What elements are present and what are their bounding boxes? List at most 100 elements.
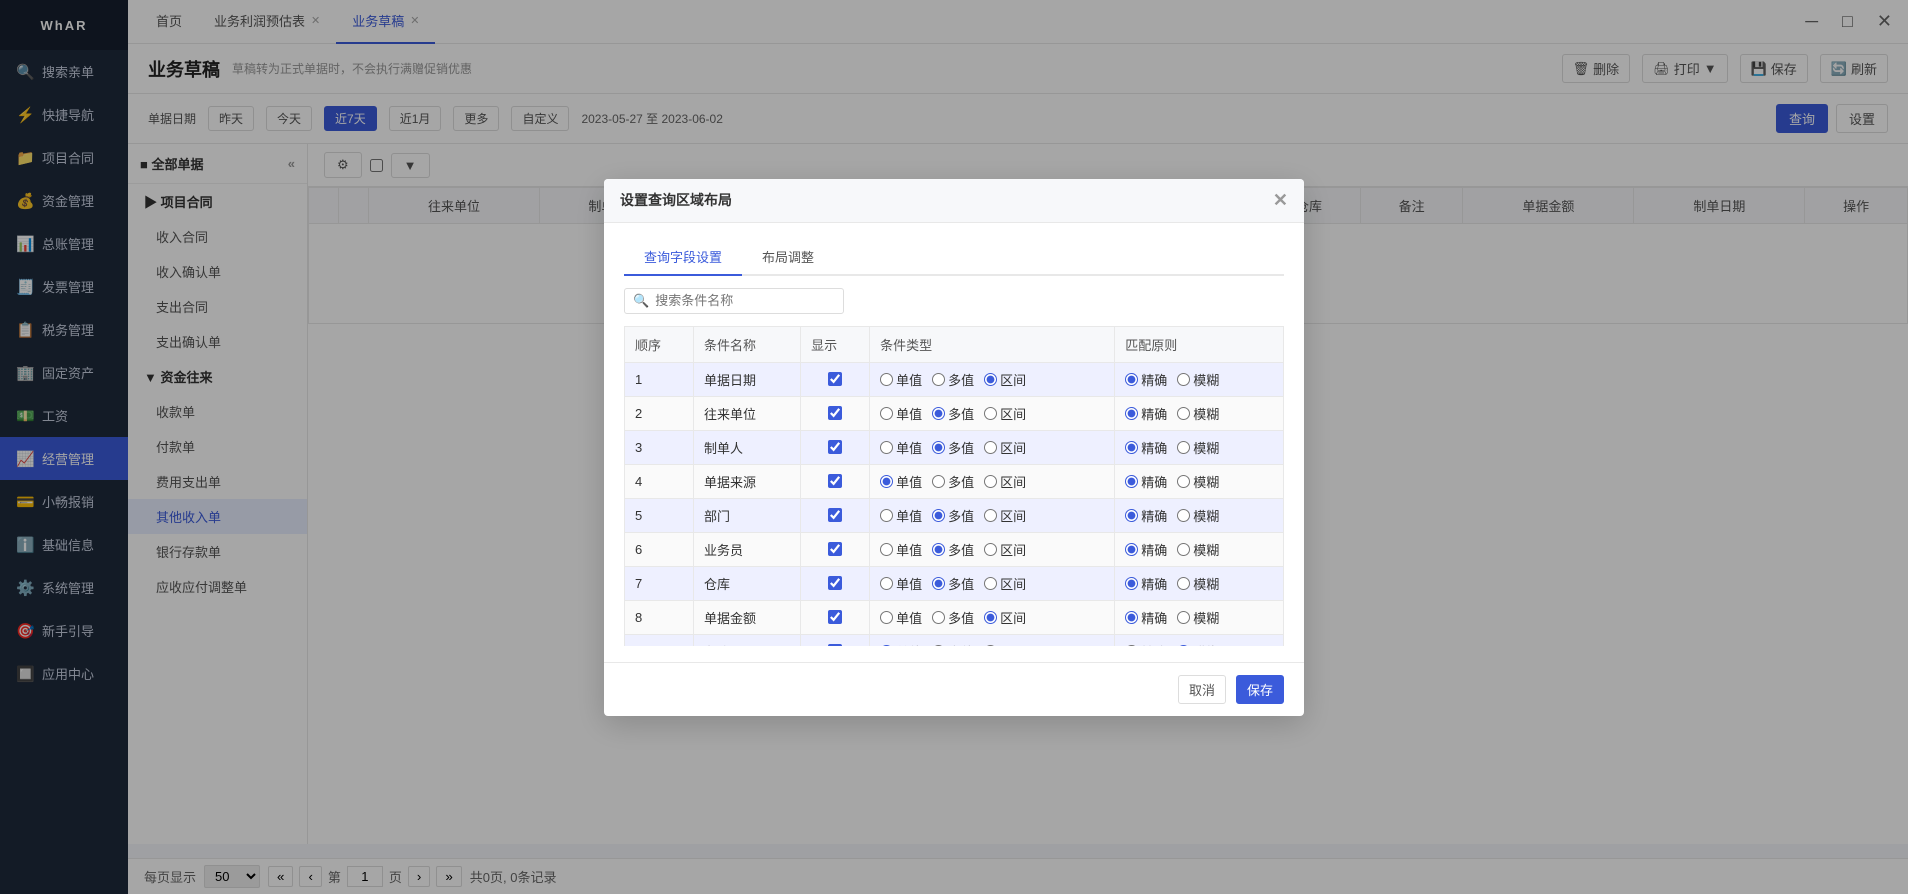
radio-multi-6[interactable]: 多值 [932,540,974,559]
modal-dialog: 设置查询区域布局 ✕ 查询字段设置 布局调整 🔍 [604,179,1304,716]
radio-exact-7[interactable]: 精确 [1125,574,1167,593]
modal-overlay: 设置查询区域布局 ✕ 查询字段设置 布局调整 🔍 [0,0,1908,894]
cell-show [801,498,870,532]
table-row: 7 仓库 单值 多值 区间 [625,566,1284,600]
radio-exact-2[interactable]: 精确 [1125,404,1167,423]
cell-show [801,566,870,600]
modal-header: 设置查询区域布局 ✕ [604,179,1304,223]
table-row: 1 单据日期 单值 多值 区间 [625,362,1284,396]
cell-type: 单值 多值 区间 [870,362,1115,396]
cell-show [801,600,870,634]
table-row: 5 部门 单值 多值 区间 [625,498,1284,532]
radio-exact-4[interactable]: 精确 [1125,472,1167,491]
cell-name: 制单人 [693,430,800,464]
radio-fuzzy-8[interactable]: 模糊 [1177,608,1219,627]
radio-single-7[interactable]: 单值 [880,574,922,593]
col-show: 显示 [801,326,870,362]
radio-fuzzy-3[interactable]: 模糊 [1177,438,1219,457]
radio-single-1[interactable]: 单值 [880,370,922,389]
show-checkbox-7[interactable] [828,576,842,590]
radio-multi-8[interactable]: 多值 [932,608,974,627]
table-row: 8 单据金额 单值 多值 区间 [625,600,1284,634]
radio-range-2[interactable]: 区间 [984,404,1026,423]
radio-multi-4[interactable]: 多值 [932,472,974,491]
search-box: 🔍 [624,288,844,314]
show-checkbox-4[interactable] [828,474,842,488]
radio-range-8[interactable]: 区间 [984,608,1026,627]
cell-name: 仓库 [693,566,800,600]
radio-range-5[interactable]: 区间 [984,506,1026,525]
radio-fuzzy-7[interactable]: 模糊 [1177,574,1219,593]
radio-multi-3[interactable]: 多值 [932,438,974,457]
col-order: 顺序 [625,326,694,362]
radio-fuzzy-5[interactable]: 模糊 [1177,506,1219,525]
radio-single-8[interactable]: 单值 [880,608,922,627]
radio-fuzzy-1[interactable]: 模糊 [1177,370,1219,389]
radio-single-6[interactable]: 单值 [880,540,922,559]
show-checkbox-2[interactable] [828,406,842,420]
radio-multi-2[interactable]: 多值 [932,404,974,423]
radio-exact-8[interactable]: 精确 [1125,608,1167,627]
tab-layout-adjust[interactable]: 布局调整 [742,239,834,276]
cell-name: 单据来源 [693,464,800,498]
cell-name: 往来单位 [693,396,800,430]
cell-match: 精确 模糊 [1115,464,1284,498]
cell-type: 单值 多值 区间 [870,634,1115,646]
modal-scroll-area: 顺序 条件名称 显示 条件类型 匹配原则 1 单据日期 [624,326,1284,646]
cell-order: 4 [625,464,694,498]
search-input[interactable] [655,293,835,308]
radio-exact-3[interactable]: 精确 [1125,438,1167,457]
cell-match: 精确 模糊 [1115,498,1284,532]
cell-name: 单据金额 [693,600,800,634]
radio-range-7[interactable]: 区间 [984,574,1026,593]
modal-body: 查询字段设置 布局调整 🔍 顺序 条件名称 显示 [604,223,1304,662]
cell-type: 单值 多值 区间 [870,532,1115,566]
table-row: 6 业务员 单值 多值 区间 [625,532,1284,566]
radio-exact-5[interactable]: 精确 [1125,506,1167,525]
radio-range-9[interactable]: 区间 [984,642,1026,646]
cell-show [801,430,870,464]
cell-order: 9 [625,634,694,646]
radio-range-3[interactable]: 区间 [984,438,1026,457]
show-checkbox-9[interactable] [828,644,842,646]
cell-name: 业务员 [693,532,800,566]
tab-query-fields[interactable]: 查询字段设置 [624,239,742,276]
cell-type: 单值 多值 区间 [870,430,1115,464]
radio-fuzzy-6[interactable]: 模糊 [1177,540,1219,559]
search-icon: 🔍 [633,293,649,309]
radio-single-3[interactable]: 单值 [880,438,922,457]
radio-single-5[interactable]: 单值 [880,506,922,525]
radio-range-1[interactable]: 区间 [984,370,1026,389]
cell-show [801,362,870,396]
cell-type: 单值 多值 区间 [870,498,1115,532]
modal-close-button[interactable]: ✕ [1273,190,1288,211]
radio-single-4[interactable]: 单值 [880,472,922,491]
radio-multi-1[interactable]: 多值 [932,370,974,389]
table-row: 3 制单人 单值 多值 区间 [625,430,1284,464]
cancel-button[interactable]: 取消 [1178,675,1226,704]
show-checkbox-5[interactable] [828,508,842,522]
radio-fuzzy-2[interactable]: 模糊 [1177,404,1219,423]
radio-exact-6[interactable]: 精确 [1125,540,1167,559]
modal-title: 设置查询区域布局 [620,190,732,210]
radio-multi-9[interactable]: 多值 [932,642,974,646]
radio-multi-5[interactable]: 多值 [932,506,974,525]
radio-multi-7[interactable]: 多值 [932,574,974,593]
show-checkbox-1[interactable] [828,372,842,386]
radio-fuzzy-9[interactable]: 模糊 [1177,642,1219,646]
cell-order: 6 [625,532,694,566]
radio-range-4[interactable]: 区间 [984,472,1026,491]
cell-match: 精确 模糊 [1115,566,1284,600]
show-checkbox-3[interactable] [828,440,842,454]
show-checkbox-8[interactable] [828,610,842,624]
radio-exact-1[interactable]: 精确 [1125,370,1167,389]
radio-fuzzy-4[interactable]: 模糊 [1177,472,1219,491]
cell-match: 精确 模糊 [1115,430,1284,464]
cell-type: 单值 多值 区间 [870,600,1115,634]
radio-single-9[interactable]: 单值 [880,642,922,646]
radio-exact-9[interactable]: 精确 [1125,642,1167,646]
radio-single-2[interactable]: 单值 [880,404,922,423]
radio-range-6[interactable]: 区间 [984,540,1026,559]
show-checkbox-6[interactable] [828,542,842,556]
modal-save-button[interactable]: 保存 [1236,675,1284,704]
